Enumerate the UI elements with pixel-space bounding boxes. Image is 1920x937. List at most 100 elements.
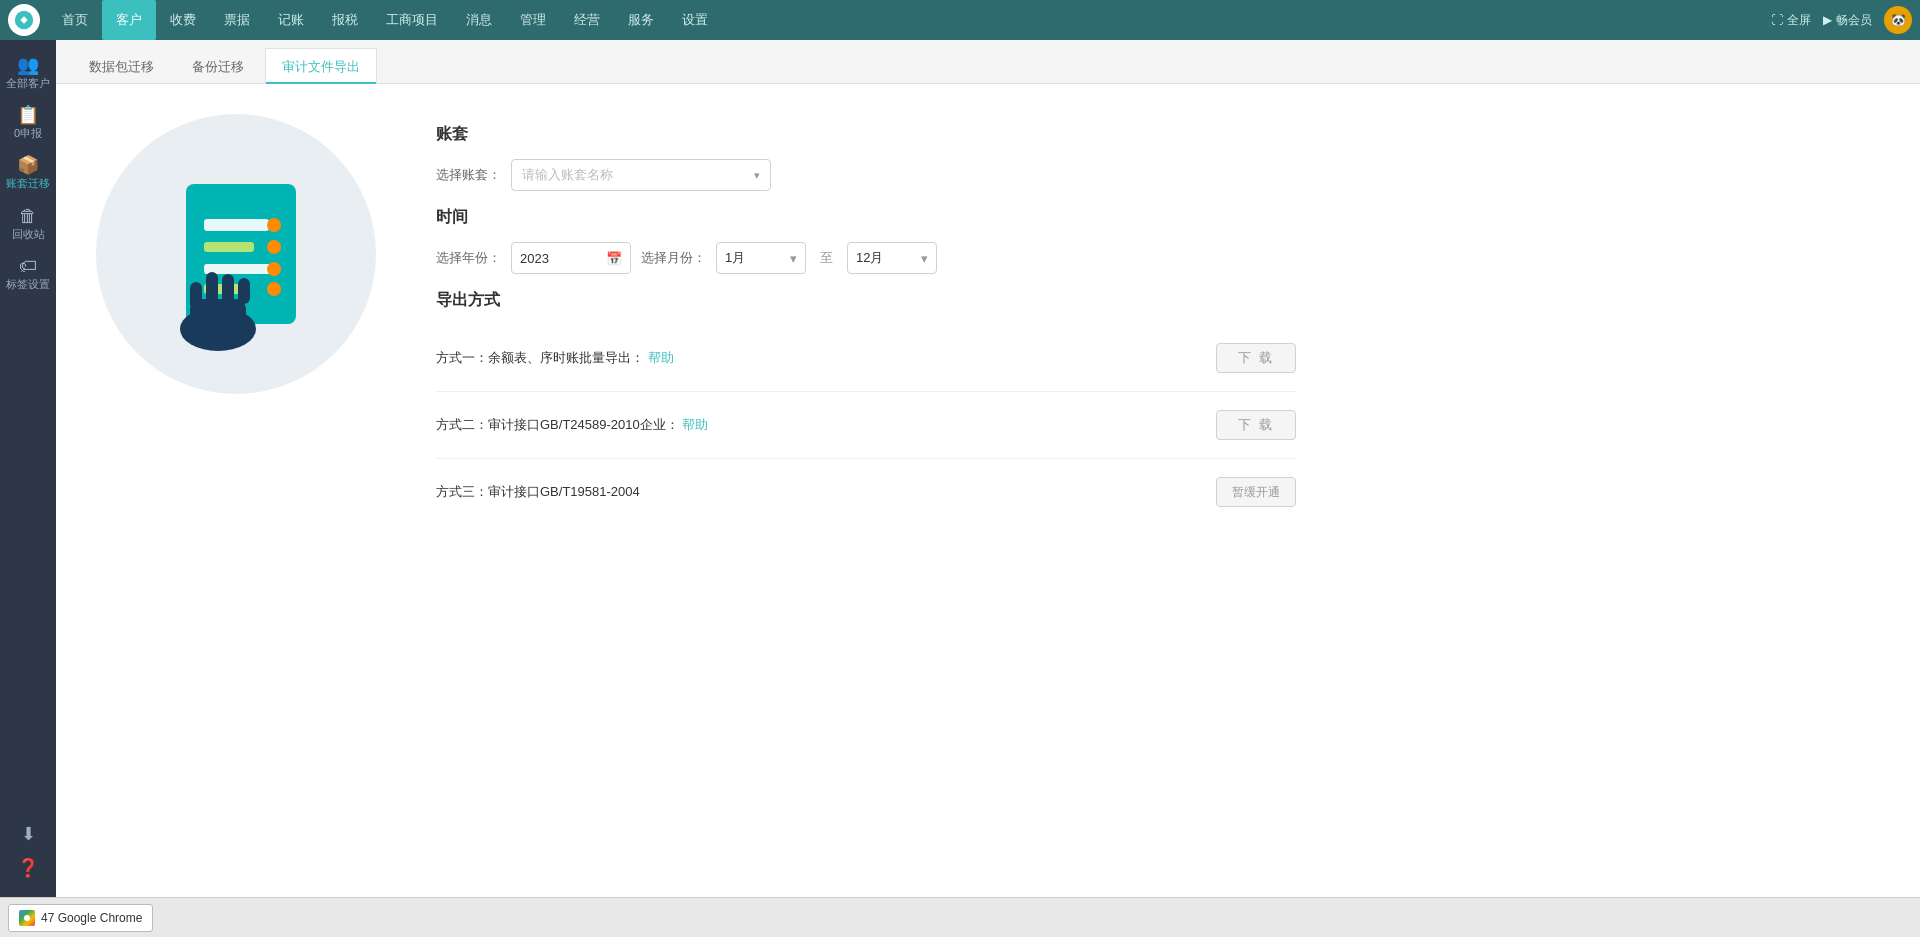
sidebar-label-migrate: 账套迁移	[6, 177, 50, 190]
nav-billing[interactable]: 收费	[156, 0, 210, 40]
member-label: 畅会员	[1836, 12, 1872, 29]
top-nav: 首页 客户 收费 票据 记账 报税 工商项目 消息 管理 经营 服务 设置 ⛶ …	[0, 0, 1920, 40]
nav-home[interactable]: 首页	[48, 0, 102, 40]
sidebar-item-all-clients[interactable]: 👥 全部客户	[0, 48, 56, 98]
sidebar-item-migrate[interactable]: 📦 账套迁移	[0, 148, 56, 198]
content-area: 数据包迁移 备份迁移 审计文件导出	[56, 40, 1920, 897]
chrome-icon	[19, 910, 35, 926]
method-3-label: 方式三：审计接口GB/T19581-2004	[436, 484, 640, 499]
form-area: 账套 选择账套： 请输入账套名称 ▾ 时间 选择年	[436, 114, 1296, 525]
svg-point-9	[267, 282, 281, 296]
fullscreen-icon: ⛶	[1771, 13, 1783, 27]
time-row: 选择年份： 2023 📅 选择月份： 1月 ▾ 至	[436, 242, 1296, 274]
month-start-value: 1月	[725, 249, 745, 267]
nav-invoice[interactable]: 票据	[210, 0, 264, 40]
tag-icon: 🏷	[19, 257, 37, 275]
page-content: 账套 选择账套： 请输入账套名称 ▾ 时间 选择年	[56, 84, 1920, 897]
sidebar-item-trash[interactable]: 🗑 回收站	[0, 199, 56, 249]
sidebar-item-download[interactable]: ⬇	[0, 817, 56, 851]
time-section: 时间 选择年份： 2023 📅 选择月份： 1月 ▾	[436, 207, 1296, 274]
tab-backup-migrate[interactable]: 备份迁移	[175, 48, 261, 84]
svg-point-16	[24, 915, 30, 921]
account-label: 选择账套：	[436, 166, 501, 184]
method-1-download-btn[interactable]: 下 载	[1216, 343, 1296, 373]
chevron-down-icon: ▾	[754, 169, 760, 182]
nav-tax[interactable]: 报税	[318, 0, 372, 40]
month-label: 选择月份：	[641, 249, 706, 267]
nav-manage[interactable]: 管理	[506, 0, 560, 40]
account-section: 账套 选择账套： 请输入账套名称 ▾	[436, 124, 1296, 191]
month-end-value: 12月	[856, 249, 883, 267]
svg-rect-2	[204, 219, 269, 231]
method-2-label: 方式二：审计接口GB/T24589-2010企业：	[436, 417, 679, 432]
method-row-2: 方式二：审计接口GB/T24589-2010企业： 帮助 下 载	[436, 392, 1296, 459]
nav-service[interactable]: 服务	[614, 0, 668, 40]
sidebar-bottom: ⬇ ❓	[0, 817, 56, 897]
fullscreen-label: 全屏	[1787, 12, 1811, 29]
sidebar: 👥 全部客户 📋 0申报 📦 账套迁移 🗑 回收站 🏷 标签设置 ⬇ ❓	[0, 40, 56, 897]
account-row: 选择账套： 请输入账套名称 ▾	[436, 159, 1296, 191]
nav-client[interactable]: 客户	[102, 0, 156, 40]
sidebar-item-help[interactable]: ❓	[0, 851, 56, 885]
account-select[interactable]: 请输入账套名称 ▾	[511, 159, 771, 191]
nav-message[interactable]: 消息	[452, 0, 506, 40]
method-3-text: 方式三：审计接口GB/T19581-2004	[436, 483, 640, 501]
clients-icon: 👥	[17, 56, 39, 74]
migrate-icon: 📦	[17, 156, 39, 174]
svg-rect-13	[206, 272, 218, 304]
taskbar-chrome-label: 47 Google Chrome	[41, 911, 142, 925]
sidebar-label-declare: 0申报	[14, 127, 42, 140]
declare-icon: 📋	[17, 106, 39, 124]
fullscreen-btn[interactable]: ⛶ 全屏	[1771, 12, 1811, 29]
illustration-circle	[96, 114, 376, 394]
svg-rect-12	[190, 282, 202, 310]
year-label: 选择年份：	[436, 249, 501, 267]
month-start-arrow-icon: ▾	[790, 251, 797, 266]
method-1-label: 方式一：余额表、序时账批量导出：	[436, 350, 644, 365]
export-section: 账套 选择账套： 请输入账套名称 ▾ 时间 选择年	[96, 114, 1296, 525]
svg-rect-14	[222, 274, 234, 304]
tab-data-migrate[interactable]: 数据包迁移	[72, 48, 171, 84]
svg-point-7	[267, 240, 281, 254]
svg-point-8	[267, 262, 281, 276]
member-btn[interactable]: ▶ 畅会员	[1823, 12, 1872, 29]
svg-rect-3	[204, 242, 254, 252]
method-3-open-btn[interactable]: 暂缓开通	[1216, 477, 1296, 507]
help-icon: ❓	[17, 859, 39, 877]
nav-business[interactable]: 工商项目	[372, 0, 452, 40]
download-icon: ⬇	[21, 825, 36, 843]
method-row-3: 方式三：审计接口GB/T19581-2004 暂缓开通	[436, 459, 1296, 525]
sidebar-item-zero-declare[interactable]: 📋 0申报	[0, 98, 56, 148]
nav-accounting[interactable]: 记账	[264, 0, 318, 40]
play-icon: ▶	[1823, 13, 1832, 27]
time-separator: 至	[820, 249, 833, 267]
tab-audit-export[interactable]: 审计文件导出	[265, 48, 377, 84]
sidebar-label-clients: 全部客户	[6, 77, 50, 90]
method-2-help-link[interactable]: 帮助	[682, 417, 708, 432]
account-placeholder: 请输入账套名称	[522, 166, 613, 184]
method-2-download-btn[interactable]: 下 载	[1216, 410, 1296, 440]
app-logo[interactable]	[8, 4, 40, 36]
illustration-area	[96, 114, 376, 394]
sidebar-label-tag: 标签设置	[6, 278, 50, 291]
month-end-arrow-icon: ▾	[921, 251, 928, 266]
export-method-section: 导出方式 方式一：余额表、序时账批量导出： 帮助 下 载	[436, 290, 1296, 525]
svg-rect-4	[204, 264, 274, 274]
time-title: 时间	[436, 207, 1296, 228]
month-start-dropdown[interactable]: 1月 ▾	[716, 242, 806, 274]
taskbar: 47 Google Chrome	[0, 897, 1920, 937]
nav-settings[interactable]: 设置	[668, 0, 722, 40]
taskbar-chrome[interactable]: 47 Google Chrome	[8, 904, 153, 932]
calendar-icon: 📅	[606, 251, 622, 266]
sidebar-item-tag-settings[interactable]: 🏷 标签设置	[0, 249, 56, 299]
main-layout: 👥 全部客户 📋 0申报 📦 账套迁移 🗑 回收站 🏷 标签设置 ⬇ ❓	[0, 40, 1920, 897]
month-end-dropdown[interactable]: 12月 ▾	[847, 242, 937, 274]
nav-items: 首页 客户 收费 票据 记账 报税 工商项目 消息 管理 经营 服务 设置	[48, 0, 1771, 40]
nav-operation[interactable]: 经营	[560, 0, 614, 40]
method-1-help-link[interactable]: 帮助	[648, 350, 674, 365]
year-value: 2023	[520, 251, 549, 266]
nav-right: ⛶ 全屏 ▶ 畅会员 🐼	[1771, 6, 1912, 34]
sidebar-label-trash: 回收站	[12, 228, 45, 241]
year-input[interactable]: 2023 📅	[511, 242, 631, 274]
user-avatar[interactable]: 🐼	[1884, 6, 1912, 34]
